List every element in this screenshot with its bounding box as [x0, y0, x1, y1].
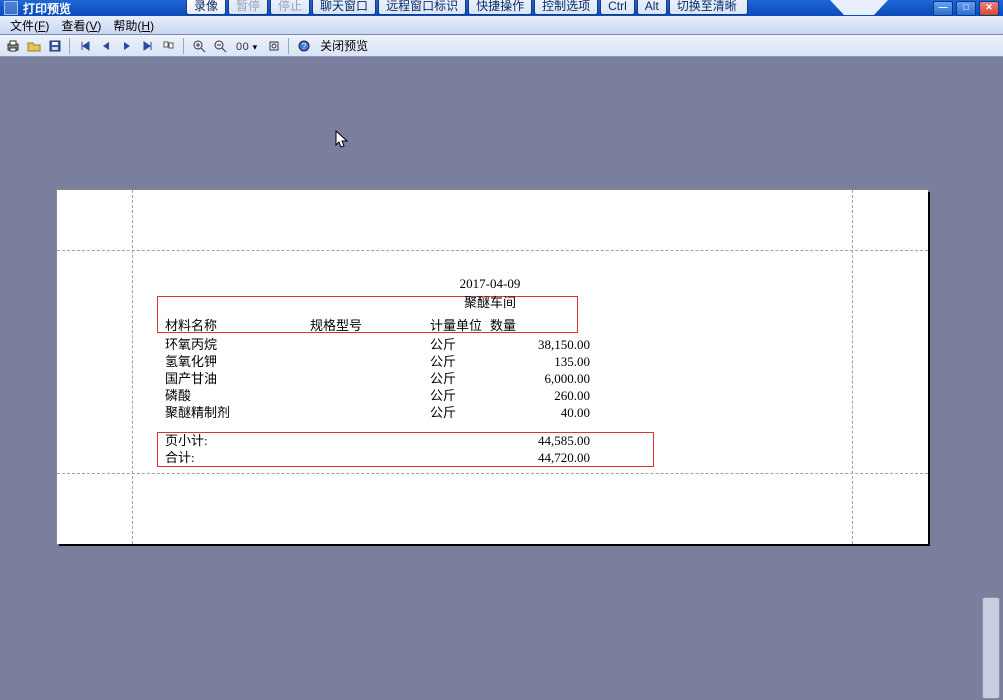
- tool-save-icon[interactable]: [46, 37, 63, 54]
- cell-unit: 公斤: [430, 370, 490, 387]
- remote-tab-alt[interactable]: Alt: [637, 0, 667, 15]
- total-value: 44,720.00: [490, 449, 590, 466]
- close-window-button[interactable]: ✕: [979, 1, 999, 16]
- remote-tab-switch-quality[interactable]: 切换至清晰: [669, 0, 748, 15]
- cell-name: 聚醚精制剂: [165, 404, 310, 421]
- cell-name: 国产甘油: [165, 370, 310, 387]
- cell-name: 氢氧化钾: [165, 353, 310, 370]
- menu-help-accel: H: [141, 19, 150, 33]
- report-subtotal-row: 页小计: 44,585.00: [165, 432, 815, 449]
- tool-open-icon[interactable]: [25, 37, 42, 54]
- tool-first-page-icon[interactable]: [76, 37, 93, 54]
- tool-sep-1: [69, 38, 70, 54]
- remote-tab-id[interactable]: 远程窗口标识: [378, 0, 466, 15]
- hdr-qty: 数量: [490, 317, 590, 334]
- cell-qty: 6,000.00: [490, 370, 590, 387]
- report-workshop: 聚醚车间: [165, 292, 815, 311]
- report-header-row: 材料名称 规格型号 计量单位 数量: [165, 317, 815, 334]
- hdr-spec: 规格型号: [310, 317, 430, 334]
- minimize-button[interactable]: —: [933, 1, 953, 16]
- app-icon: [4, 1, 18, 15]
- tool-fit-page-icon[interactable]: [265, 37, 282, 54]
- table-row: 聚醚精制剂 公斤40.00: [165, 404, 815, 421]
- guide-top: [57, 250, 928, 251]
- cell-unit: 公斤: [430, 336, 490, 353]
- cell-unit: 公斤: [430, 387, 490, 404]
- menu-help[interactable]: 帮助(H): [107, 16, 160, 35]
- menu-view-label: 查看: [61, 19, 85, 33]
- cell-qty: 38,150.00: [490, 336, 590, 353]
- menu-bar: 文件(F) 查看(V) 帮助(H): [0, 16, 1003, 35]
- guide-bottom: [57, 473, 928, 474]
- menu-file-label: 文件: [10, 19, 34, 33]
- cell-name: 环氧丙烷: [165, 336, 310, 353]
- report-total-row: 合计: 44,720.00: [165, 449, 815, 466]
- cell-unit: 公斤: [430, 353, 490, 370]
- tool-sep-2: [183, 38, 184, 54]
- subtotal-label: 页小计:: [165, 432, 310, 449]
- tool-print-icon[interactable]: [4, 37, 21, 54]
- toolbar: 00 ▾ ? 关闭预览: [0, 35, 1003, 57]
- tool-next-page-icon[interactable]: [118, 37, 135, 54]
- guide-right: [852, 190, 853, 544]
- remote-tab-quick[interactable]: 快捷操作: [468, 0, 532, 15]
- cell-spec: [310, 404, 430, 421]
- tool-zoom-value[interactable]: 00 ▾: [232, 39, 261, 53]
- cell-spec: [310, 336, 430, 353]
- cell-qty: 40.00: [490, 404, 590, 421]
- cell-spec: [310, 370, 430, 387]
- zoom-value-label: 00: [236, 41, 249, 53]
- tool-zoom-out-icon[interactable]: [211, 37, 228, 54]
- remote-tab-stop[interactable]: 停止: [270, 0, 310, 15]
- window-title: 打印预览: [23, 0, 71, 17]
- table-row: 环氧丙烷 公斤38,150.00: [165, 336, 815, 353]
- hdr-unit: 计量单位: [430, 317, 490, 334]
- hdr-name: 材料名称: [165, 317, 310, 334]
- table-row: 氢氧化钾 公斤135.00: [165, 353, 815, 370]
- tool-close-preview[interactable]: 关闭预览: [316, 37, 372, 54]
- menu-view[interactable]: 查看(V): [55, 16, 107, 35]
- menu-view-accel: V: [89, 19, 97, 33]
- tool-zoom-in-icon[interactable]: [190, 37, 207, 54]
- tool-sep-3: [288, 38, 289, 54]
- menu-help-label: 帮助: [113, 19, 137, 33]
- cell-unit: 公斤: [430, 404, 490, 421]
- cell-spec: [310, 387, 430, 404]
- cell-name: 磷酸: [165, 387, 310, 404]
- remote-tab-ctrl[interactable]: Ctrl: [600, 0, 635, 15]
- tool-help-icon[interactable]: ?: [295, 37, 312, 54]
- menu-file[interactable]: 文件(F): [4, 16, 55, 35]
- close-preview-label: 关闭预览: [320, 39, 368, 53]
- menu-file-accel: F: [38, 19, 45, 33]
- svg-text:?: ?: [301, 42, 306, 51]
- cell-spec: [310, 353, 430, 370]
- total-label: 合计:: [165, 449, 310, 466]
- tool-multi-page-icon[interactable]: [160, 37, 177, 54]
- remote-control-tabs: 录像 暂停 停止 聊天窗口 远程窗口标识 快捷操作 控制选项 Ctrl Alt …: [186, 0, 750, 15]
- table-row: 国产甘油 公斤6,000.00: [165, 370, 815, 387]
- maximize-button[interactable]: □: [956, 1, 976, 16]
- dropdown-arrow-icon: ▾: [253, 42, 258, 52]
- remote-tab-tail: [830, 0, 888, 15]
- report-date: 2017-04-09: [165, 276, 815, 292]
- tool-last-page-icon[interactable]: [139, 37, 156, 54]
- preview-page: 2017-04-09 聚醚车间 材料名称 规格型号 计量单位 数量 环氧丙烷公斤…: [57, 190, 928, 544]
- vertical-scrollbar[interactable]: [982, 597, 1000, 699]
- subtotal-value: 44,585.00: [490, 432, 590, 449]
- remote-tab-control[interactable]: 控制选项: [534, 0, 598, 15]
- cell-qty: 135.00: [490, 353, 590, 370]
- guide-left: [132, 190, 133, 544]
- table-row: 磷酸 公斤260.00: [165, 387, 815, 404]
- preview-workspace: 2017-04-09 聚醚车间 材料名称 规格型号 计量单位 数量 环氧丙烷公斤…: [0, 57, 1003, 700]
- remote-tab-chat[interactable]: 聊天窗口: [312, 0, 376, 15]
- cell-qty: 260.00: [490, 387, 590, 404]
- remote-tab-pause[interactable]: 暂停: [228, 0, 268, 15]
- remote-tab-record[interactable]: 录像: [186, 0, 226, 15]
- tool-prev-page-icon[interactable]: [97, 37, 114, 54]
